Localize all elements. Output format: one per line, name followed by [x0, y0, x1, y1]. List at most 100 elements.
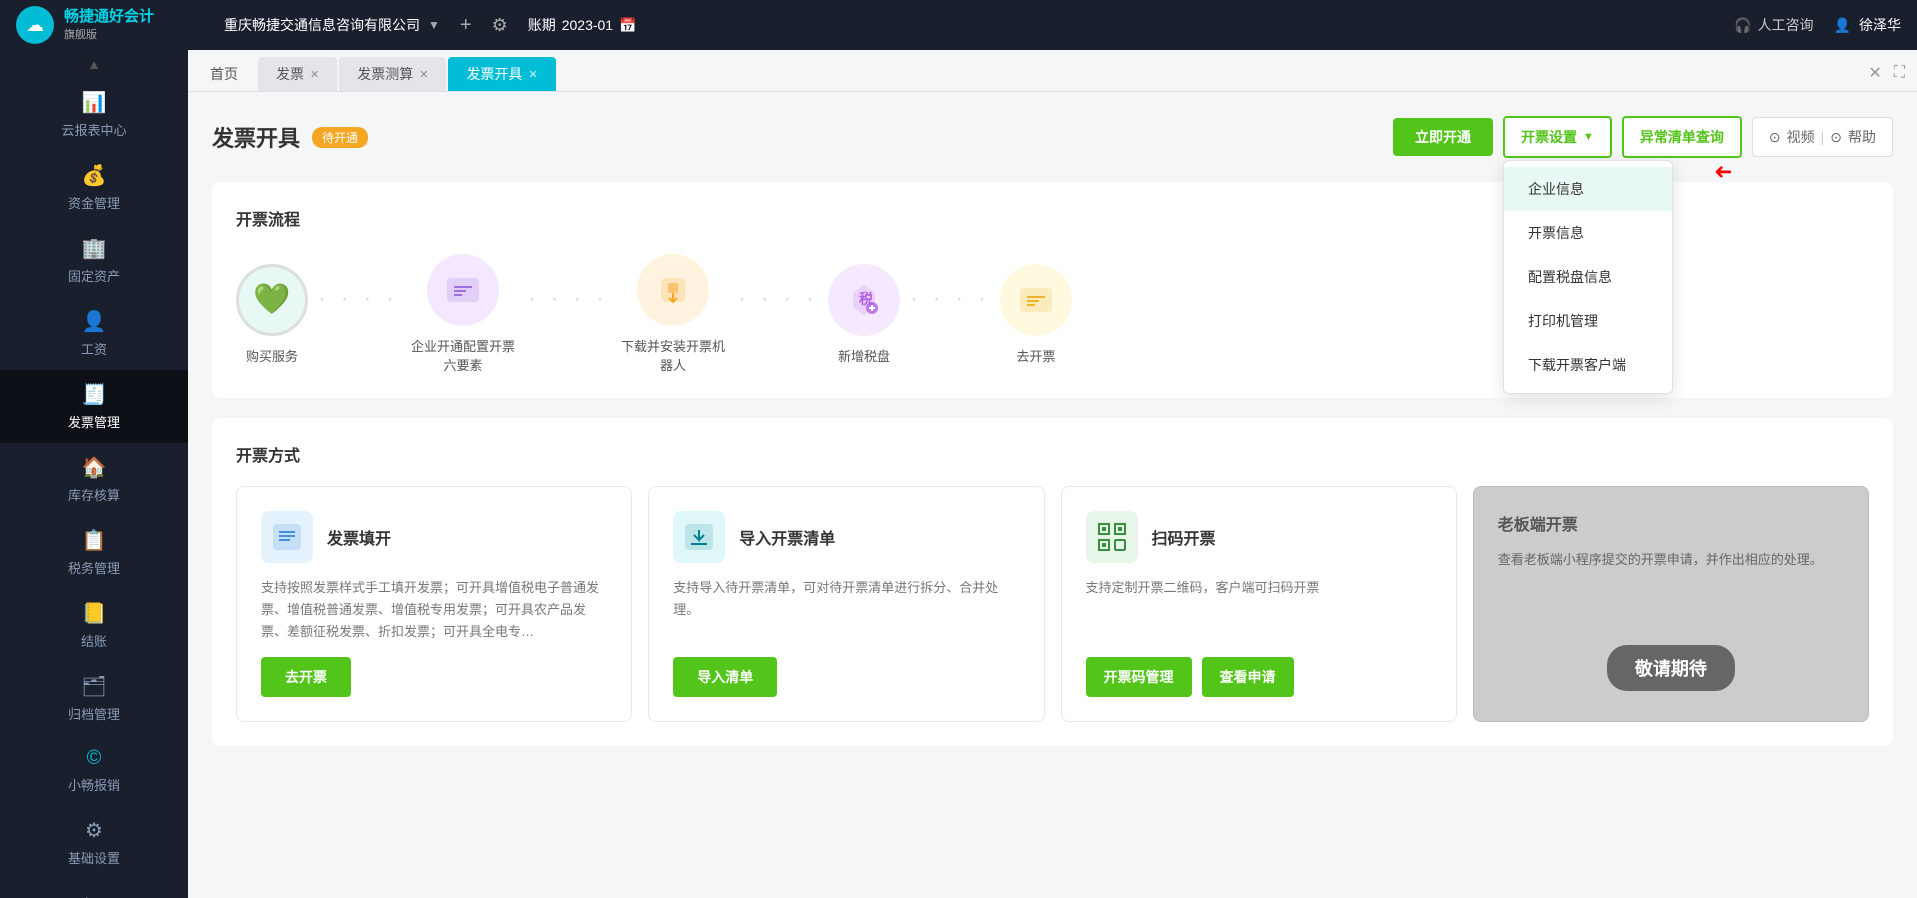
- dropdown-item-download[interactable]: 下载开票客户端: [1504, 343, 1672, 387]
- logo-icon: ☁: [16, 6, 54, 44]
- manual-go-issue-button[interactable]: 去开票: [261, 657, 351, 697]
- archive-icon: 🗂: [81, 674, 106, 699]
- sidebar-item-assets[interactable]: 🏢 固定资产: [0, 224, 188, 297]
- dropdown-item-label: 打印机管理: [1528, 313, 1598, 329]
- close-window-button[interactable]: ✕: [1864, 59, 1885, 87]
- process-step-label: 企业开通配置开票六要素: [408, 336, 518, 374]
- sidebar-item-funds[interactable]: 💰 资金管理: [0, 151, 188, 224]
- period-area: 账期 2023-01 📅: [528, 15, 637, 35]
- activate-button[interactable]: 立即开通: [1393, 118, 1493, 156]
- tab-home-label: 首页: [210, 64, 238, 84]
- process-step-go-issue: 去开票: [1000, 264, 1072, 365]
- sidebar-item-payroll[interactable]: 👤 工资: [0, 297, 188, 370]
- app-subtitle: 旗舰版: [64, 26, 154, 42]
- calendar-icon[interactable]: 📅: [619, 17, 636, 34]
- process-step-add-disk: 税 新增税盘: [828, 264, 900, 365]
- maximize-window-button[interactable]: ⛶: [1890, 60, 1909, 86]
- user-name: 徐泽华: [1859, 15, 1901, 35]
- sidebar-item-expenses[interactable]: © 小畅报销: [0, 735, 188, 806]
- global-settings-icon[interactable]: ⚙: [492, 15, 508, 36]
- import-method-icon: [673, 511, 725, 563]
- sidebar-scroll-up[interactable]: ▲: [0, 50, 188, 78]
- view-application-button[interactable]: 查看申请: [1202, 657, 1294, 697]
- dropdown-item-invoice-info[interactable]: 开票信息: [1504, 211, 1672, 255]
- video-help-button[interactable]: ⊙ 视频 | ⊙ 帮助: [1752, 117, 1893, 157]
- settings-dropdown: ➜ 企业信息 开票信息 配置税盘信息: [1503, 160, 1673, 394]
- method-card-boss: 老板端开票 查看老板端小程序提交的开票申请，并作出相应的处理。 敬请期待: [1473, 486, 1869, 722]
- dropdown-item-tax-disk[interactable]: 配置税盘信息: [1504, 255, 1672, 299]
- sidebar-item-label: 小畅报销: [68, 775, 120, 794]
- dropdown-item-label: 下载开票客户端: [1528, 357, 1626, 373]
- company-selector[interactable]: 重庆畅捷交通信息咨询有限公司 ▼: [224, 15, 440, 35]
- import-list-button[interactable]: 导入清单: [673, 657, 777, 697]
- methods-title: 开票方式: [236, 442, 1869, 466]
- sidebar-item-settle[interactable]: 📒 结账: [0, 589, 188, 662]
- config-icon: [427, 254, 499, 326]
- user-avatar-icon: 👤: [1834, 17, 1851, 34]
- logo-area: ☁ 畅捷通好会计 旗舰版: [16, 6, 204, 44]
- status-badge: 待开通: [312, 127, 368, 148]
- manual-method-title: 发票填开: [327, 525, 391, 549]
- dropdown-item-printer[interactable]: 打印机管理: [1504, 299, 1672, 343]
- settle-icon: 📒: [82, 601, 107, 626]
- sidebar: ▲ 📊 云报表中心 💰 资金管理 🏢 固定资产 👤 工资 🧾 发票管理: [0, 50, 188, 898]
- video-play-icon: ⊙: [1769, 129, 1781, 146]
- help-label: 帮助: [1848, 127, 1876, 147]
- abnormal-button[interactable]: 异常清单查询: [1622, 116, 1742, 158]
- sidebar-item-label: 库存核算: [68, 485, 120, 504]
- content-area: 首页 发票 ✕ 发票测算 ✕ 发票开具 ✕ ✕ ⛶: [188, 50, 1917, 898]
- tab-bar: 首页 发票 ✕ 发票测算 ✕ 发票开具 ✕ ✕ ⛶: [188, 50, 1917, 92]
- process-step-buy: 💚 购买服务: [236, 264, 308, 365]
- process-step-label: 去开票: [1016, 346, 1055, 365]
- guide-icon: ▶: [86, 891, 101, 898]
- connector-1: · · · ·: [308, 285, 408, 313]
- methods-grid: 发票填开 支持按照发票样式手工填开发票；可开具增值税电子普通发票、增值税普通发票…: [236, 486, 1869, 722]
- tax-icon: 📋: [82, 528, 107, 553]
- coming-soon-badge: 敬请期待: [1607, 645, 1735, 691]
- scan-method-desc: 支持定制开票二维码，客户端可扫码开票: [1086, 577, 1432, 599]
- tab-close-icon[interactable]: ✕: [310, 68, 319, 81]
- base-settings-icon: ⚙: [85, 818, 103, 843]
- tab-invoice[interactable]: 发票 ✕: [258, 57, 337, 91]
- settings-chevron-icon: ▼: [1583, 131, 1594, 143]
- tab-home[interactable]: 首页: [192, 57, 256, 91]
- add-company-button[interactable]: +: [460, 14, 472, 37]
- page-header: 发票开具 待开通 立即开通 开票设置 ▼: [212, 116, 1893, 158]
- sidebar-item-label: 固定资产: [68, 266, 120, 285]
- method-card-scan: 扫码开票 支持定制开票二维码，客户端可扫码开票 开票码管理 查看申请: [1061, 486, 1457, 722]
- download-icon: [637, 254, 709, 326]
- sidebar-item-invoice[interactable]: 🧾 发票管理: [0, 370, 188, 443]
- invoice-icon: 🧾: [82, 382, 107, 407]
- scan-method-icon: [1086, 511, 1138, 563]
- tab-invoice-calc[interactable]: 发票测算 ✕: [339, 57, 446, 91]
- period-value: 2023-01: [562, 17, 613, 33]
- dropdown-item-label: 开票信息: [1528, 225, 1584, 241]
- sidebar-item-guide[interactable]: ▶ 新手引导: [0, 879, 188, 898]
- methods-section: 开票方式 发票填开 支持按照发票样式手工填开发票；可开具增值税电子普通发票、增值…: [212, 418, 1893, 746]
- user-area[interactable]: 👤 徐泽华: [1834, 15, 1901, 35]
- manual-method-desc: 支持按照发票样式手工填开发票；可开具增值税电子普通发票、增值税普通发票、增值税专…: [261, 577, 607, 643]
- scan-method-title: 扫码开票: [1152, 525, 1216, 549]
- support-button[interactable]: 🎧 人工咨询: [1734, 15, 1813, 35]
- sidebar-item-label: 归档管理: [68, 704, 120, 723]
- sidebar-item-label: 资金管理: [68, 193, 120, 212]
- sidebar-item-base-settings[interactable]: ⚙ 基础设置: [0, 806, 188, 879]
- page-title: 发票开具: [212, 121, 300, 153]
- sidebar-item-tax[interactable]: 📋 税务管理: [0, 516, 188, 589]
- import-method-title: 导入开票清单: [739, 525, 835, 549]
- process-step-label: 新增税盘: [838, 346, 890, 365]
- add-disk-icon: 税: [828, 264, 900, 336]
- tab-close-icon[interactable]: ✕: [528, 68, 537, 81]
- sidebar-item-label: 基础设置: [68, 848, 120, 867]
- process-step-label: 购买服务: [246, 346, 298, 365]
- sidebar-item-reports[interactable]: 📊 云报表中心: [0, 78, 188, 151]
- reports-icon: 📊: [82, 90, 107, 115]
- go-issue-icon: [1000, 264, 1072, 336]
- dropdown-item-company-info[interactable]: 企业信息: [1504, 167, 1672, 211]
- tab-close-icon[interactable]: ✕: [419, 68, 428, 81]
- tab-invoice-issue[interactable]: 发票开具 ✕: [448, 57, 555, 91]
- sidebar-item-inventory[interactable]: 🏠 库存核算: [0, 443, 188, 516]
- qr-manage-button[interactable]: 开票码管理: [1086, 657, 1192, 697]
- sidebar-item-archive[interactable]: 🗂 归档管理: [0, 662, 188, 735]
- settings-button[interactable]: 开票设置 ▼: [1503, 116, 1612, 158]
